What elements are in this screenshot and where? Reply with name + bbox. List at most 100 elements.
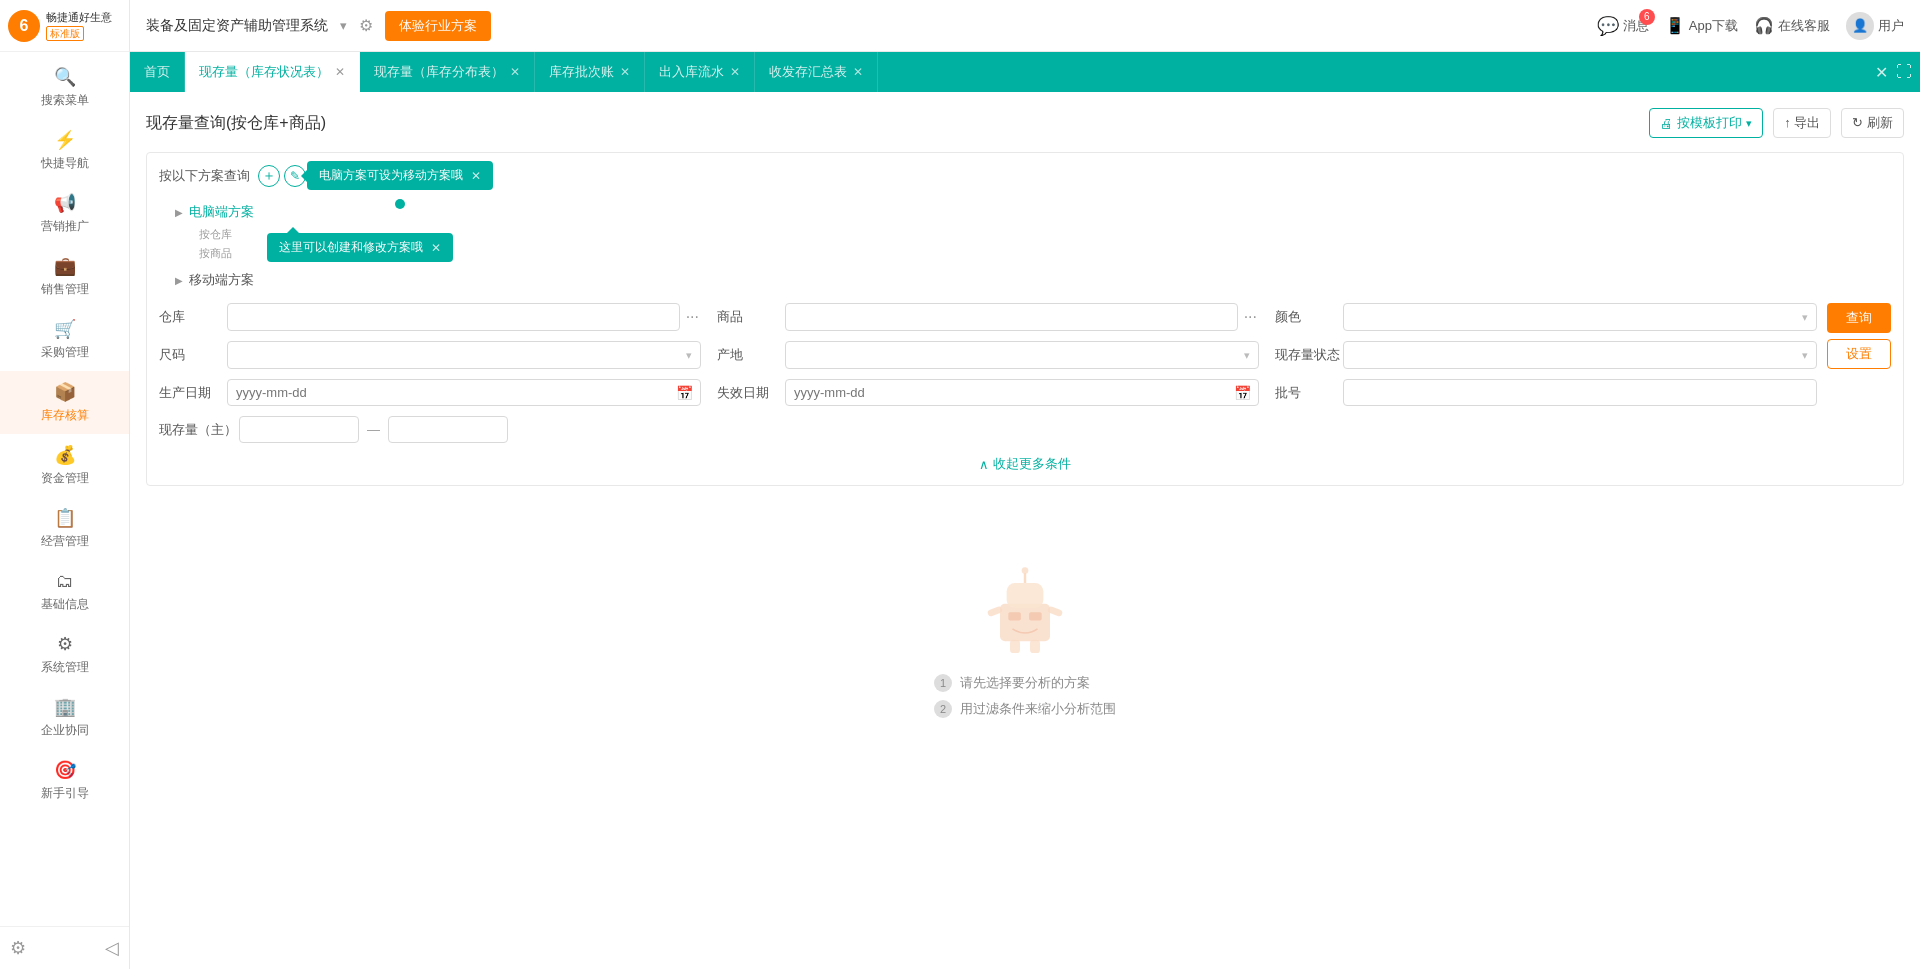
sidebar-item-basic-info[interactable]: 🗂 基础信息 [0,560,129,623]
tab-in-out-flow-label: 出入库流水 [659,63,724,81]
search-menu-icon: 🔍 [54,66,76,88]
scheme-item-pc[interactable]: ▶ 电脑端方案 [175,199,1891,225]
page-content: 现存量查询(按仓库+商品) 🖨 按模板打印 ▾ ↑ 导出 ↻ 刷新 [130,92,1920,969]
sidebar-logo: 6 畅捷通好生意 标准版 [0,0,129,52]
system-dropdown-icon[interactable]: ▾ [340,18,347,33]
collapse-btn[interactable]: ∧ 收起更多条件 [979,455,1071,473]
scheme-edit-tooltip-close[interactable]: ✕ [431,241,441,255]
search-btn[interactable]: 查询 [1827,303,1891,333]
printer-icon: 🖨 [1660,116,1673,131]
tab-stock-dist-close[interactable]: ✕ [510,66,520,78]
tab-in-out-flow[interactable]: 出入库流水 ✕ [645,52,755,92]
svg-rect-7 [1007,583,1044,608]
scheme-tooltip-close[interactable]: ✕ [471,169,481,183]
tab-collection-close[interactable]: ✕ [853,66,863,78]
export-btn[interactable]: ↑ 导出 [1773,108,1831,138]
scheme-mobile-label: 移动端方案 [189,271,254,289]
sidebar-item-enterprise[interactable]: 🏢 企业协同 [0,686,129,749]
prod-date-calendar-icon[interactable]: 📅 [676,385,693,401]
scheme-item-mobile[interactable]: ▶ 移动端方案 [175,267,1891,293]
tab-close-all-icon[interactable]: ✕ [1875,63,1888,82]
empty-hint-1: 1 请先选择要分析的方案 [934,674,1116,692]
main-area: 装备及固定资产辅助管理系统 ▾ ⚙ 体验行业方案 💬 6 消息 📱 App下载 … [130,0,1920,969]
field-exp-date: 失效日期 📅 [717,379,1259,406]
sidebar-item-guide[interactable]: 🎯 新手引导 [0,749,129,812]
online-support-label: 在线客服 [1778,17,1830,35]
logo-icon: 6 [8,10,40,42]
tab-expand-icon[interactable]: ⛶ [1896,63,1912,81]
field-goods: 商品 ··· [717,303,1259,331]
tab-stock-status[interactable]: 现存量（库存状况表） ✕ [185,52,360,92]
tab-home[interactable]: 首页 [130,52,185,92]
sidebar-item-quick-nav[interactable]: ⚡ 快捷导航 [0,119,129,182]
field-prod-date: 生产日期 📅 [159,379,701,406]
svg-rect-1 [1008,612,1021,620]
collapse-sidebar-icon[interactable]: ◁ [105,937,119,959]
prod-date-input[interactable] [227,379,701,406]
enterprise-icon: 🏢 [54,696,76,718]
empty-text: 1 请先选择要分析的方案 2 用过滤条件来缩小分析范围 [934,674,1116,718]
sidebar-item-label: 系统管理 [41,659,89,676]
tab-stock-dist[interactable]: 现存量（库存分布表） ✕ [360,52,535,92]
exp-date-input[interactable] [785,379,1259,406]
warehouse-input[interactable] [227,303,680,331]
refresh-btn[interactable]: ↻ 刷新 [1841,108,1904,138]
prod-date-label: 生产日期 [159,384,219,402]
empty-hint-1-text: 请先选择要分析的方案 [960,674,1090,692]
template-print-dropdown-icon[interactable]: ▾ [1746,117,1752,130]
tab-batch-account-close[interactable]: ✕ [620,66,630,78]
sidebar-item-marketing[interactable]: 📢 营销推广 [0,182,129,245]
template-print-btn[interactable]: 🖨 按模板打印 ▾ [1649,108,1763,138]
color-select[interactable]: ▾ [1343,303,1817,331]
message-icon: 💬 [1597,15,1619,37]
guide-icon: 🎯 [54,759,76,781]
size-control: ▾ [227,341,701,369]
sidebar-item-label: 企业协同 [41,722,89,739]
message-action[interactable]: 💬 6 消息 [1597,15,1649,37]
sidebar-item-label: 库存核算 [41,407,89,424]
goods-input[interactable] [785,303,1238,331]
size-select[interactable]: ▾ [227,341,701,369]
color-control: ▾ [1343,303,1817,331]
template-print-label: 按模板打印 [1677,114,1742,132]
batch-input[interactable] [1343,379,1817,406]
stock-qty-min-input[interactable] [239,416,359,443]
settings-icon[interactable]: ⚙ [10,937,26,959]
user-action[interactable]: 👤 用户 [1846,12,1904,40]
tab-stock-status-close[interactable]: ✕ [335,66,345,78]
sidebar-item-search-menu[interactable]: 🔍 搜索菜单 [0,56,129,119]
sidebar-nav: 🔍 搜索菜单 ⚡ 快捷导航 📢 营销推广 💼 销售管理 🛒 采购管理 📦 库存核… [0,52,129,926]
sidebar-item-system[interactable]: ⚙ 系统管理 [0,623,129,686]
color-label: 颜色 [1275,308,1335,326]
sidebar-item-finance[interactable]: 💰 资金管理 [0,434,129,497]
refresh-icon: ↻ [1852,115,1863,130]
sidebar-item-operation[interactable]: 📋 经营管理 [0,497,129,560]
field-stock-status: 现存量状态 ▾ [1275,341,1817,369]
add-scheme-btn[interactable]: ＋ [258,165,280,187]
tab-batch-account-label: 库存批次账 [549,63,614,81]
exp-date-label: 失效日期 [717,384,777,402]
online-support-action[interactable]: 🎧 在线客服 [1754,16,1830,35]
tab-collection[interactable]: 收发存汇总表 ✕ [755,52,878,92]
sidebar-item-purchase[interactable]: 🛒 采购管理 [0,308,129,371]
app-download-action[interactable]: 📱 App下载 [1665,16,1738,35]
set-btn[interactable]: 设置 [1827,339,1891,369]
sidebar-item-sales[interactable]: 💼 销售管理 [0,245,129,308]
stock-qty-max-input[interactable] [388,416,508,443]
exp-date-calendar-icon[interactable]: 📅 [1234,385,1251,401]
filter-row-4: 现存量（主） — [159,416,1817,443]
origin-select[interactable]: ▾ [785,341,1259,369]
stock-status-select[interactable]: ▾ [1343,341,1817,369]
sidebar-item-inventory[interactable]: 📦 库存核算 [0,371,129,434]
tab-batch-account[interactable]: 库存批次账 ✕ [535,52,645,92]
goods-dots-btn[interactable]: ··· [1242,308,1259,326]
tab-in-out-flow-close[interactable]: ✕ [730,66,740,78]
svg-rect-0 [1000,604,1050,642]
warehouse-dots-btn[interactable]: ··· [684,308,701,326]
settings-header-icon[interactable]: ⚙ [359,16,373,35]
header-right: 💬 6 消息 📱 App下载 🎧 在线客服 👤 用户 [1597,12,1904,40]
size-label: 尺码 [159,346,219,364]
scheme-pc-sub2-label: 按商品 [199,247,232,259]
sidebar-item-label: 营销推广 [41,218,89,235]
industry-btn[interactable]: 体验行业方案 [385,11,491,41]
